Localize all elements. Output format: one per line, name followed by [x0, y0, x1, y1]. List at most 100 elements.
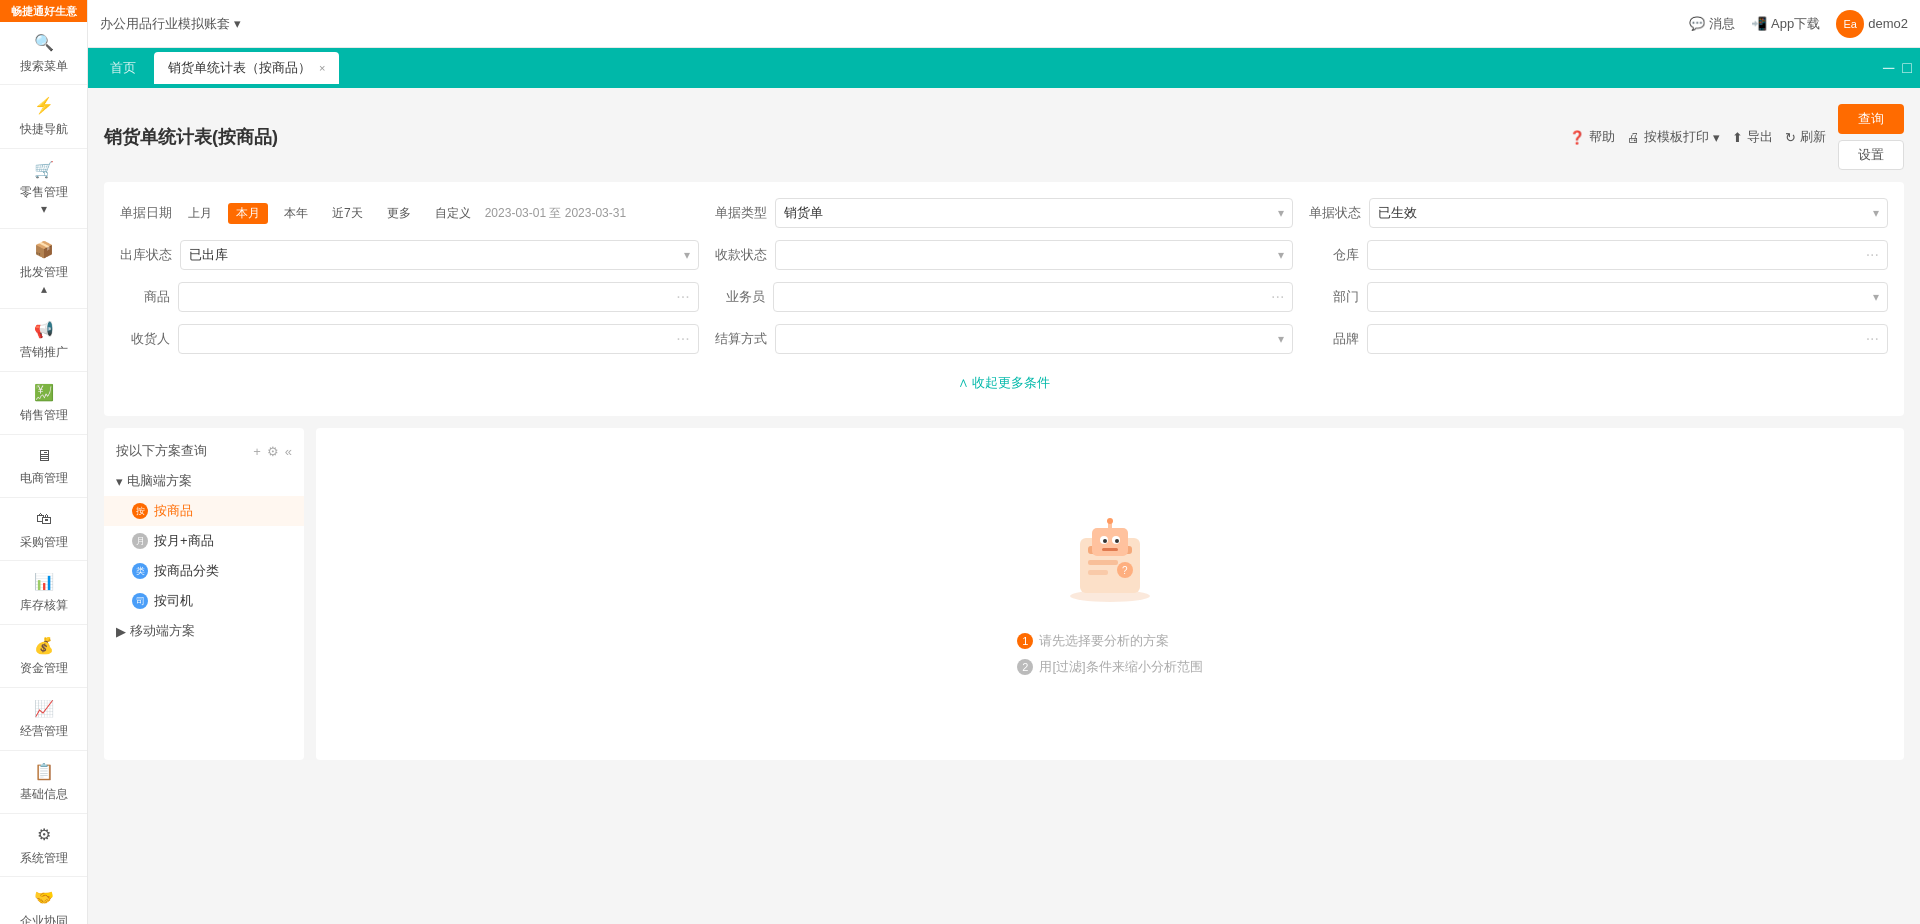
sidebar-item-wholesale[interactable]: 📦 批发管理 ▴: [0, 229, 87, 309]
svg-text:?: ?: [1122, 565, 1128, 576]
print-arrow-icon: ▾: [1713, 130, 1720, 145]
sidebar-item-system[interactable]: ⚙ 系统管理: [0, 814, 87, 877]
sidebar-item-basic[interactable]: 📋 基础信息: [0, 751, 87, 814]
date-range-display: 2023-03-01 至 2023-03-31: [485, 205, 626, 222]
setting-button[interactable]: 设置: [1838, 140, 1904, 170]
sidebar-item-purchase[interactable]: 🛍 采购管理: [0, 498, 87, 561]
goods-value[interactable]: ···: [178, 282, 699, 312]
filter-row-1: 单据日期 上月 本月 本年 近7天 更多 自定义 2023-03-01 至 20…: [120, 198, 1888, 228]
filter-panel: 单据日期 上月 本月 本年 近7天 更多 自定义 2023-03-01 至 20…: [104, 182, 1904, 416]
mobile-scheme-label: 移动端方案: [130, 622, 195, 640]
settings-scheme-icon[interactable]: ⚙: [267, 444, 279, 459]
tab-maximize-btn[interactable]: □: [1902, 59, 1912, 77]
svg-rect-3: [1088, 560, 1118, 565]
help-icon: ❓: [1569, 130, 1585, 145]
sidebar-item-search[interactable]: 🔍 搜索菜单: [0, 22, 87, 85]
filter-payment: 结算方式 ▾: [715, 324, 1294, 354]
search-icon: 🔍: [34, 32, 54, 54]
refresh-btn[interactable]: ↻ 刷新: [1785, 128, 1826, 146]
app-download-btn[interactable]: 📲 App下载: [1751, 15, 1820, 33]
download-icon: 📲: [1751, 16, 1767, 31]
collapse-scheme-icon[interactable]: «: [285, 444, 292, 459]
user-profile[interactable]: Ea demo2: [1836, 10, 1908, 38]
tab-sales-stats[interactable]: 销货单统计表（按商品） ×: [154, 52, 339, 84]
tab-bar: 首页 销货单统计表（按商品） × ─ □: [88, 48, 1920, 88]
date-custom[interactable]: 自定义: [427, 203, 479, 224]
filter-receiver: 收货人 ···: [120, 324, 699, 354]
svg-point-14: [1107, 518, 1113, 524]
date-this-year[interactable]: 本年: [276, 203, 316, 224]
sidebar-item-sales[interactable]: 💹 销售管理: [0, 372, 87, 435]
salesperson-value[interactable]: ···: [773, 282, 1294, 312]
system-icon: ⚙: [37, 824, 51, 846]
scheme-goods-icon: 按: [132, 503, 148, 519]
top-bar: 办公用品行业模拟账套 ▾ 💬 消息 📲 App下载 Ea demo2: [88, 0, 1920, 48]
query-button[interactable]: 查询: [1838, 104, 1904, 134]
warehouse-value[interactable]: ···: [1367, 240, 1888, 270]
export-icon: ⬆: [1732, 130, 1743, 145]
sidebar-item-operation[interactable]: 📈 经营管理: [0, 688, 87, 751]
filter-date: 单据日期 上月 本月 本年 近7天 更多 自定义 2023-03-01 至 20…: [120, 203, 699, 224]
tip-item-1: 1 请先选择要分析的方案: [1017, 628, 1202, 654]
message-btn[interactable]: 💬 消息: [1689, 15, 1735, 33]
sidebar-item-inventory[interactable]: 📊 库存核算: [0, 561, 87, 624]
warehouse-dots-icon: ···: [1866, 246, 1879, 264]
doc-status-label: 单据状态: [1309, 204, 1361, 222]
template-print-btn[interactable]: 🖨 按模板打印 ▾: [1627, 128, 1720, 146]
sidebar-item-marketing[interactable]: 📢 营销推广: [0, 309, 87, 372]
receipt-status-label: 收款状态: [715, 246, 767, 264]
tab-close-icon[interactable]: ×: [319, 62, 325, 74]
dept-value[interactable]: ▾: [1367, 282, 1888, 312]
pc-scheme-arrow-icon: ▾: [116, 474, 123, 489]
help-btn[interactable]: ❓ 帮助: [1569, 128, 1615, 146]
dept-chevron-icon: ▾: [1873, 290, 1879, 304]
out-status-chevron-icon: ▾: [684, 248, 690, 262]
export-btn[interactable]: ⬆ 导出: [1732, 128, 1773, 146]
date-quick-selectors: 上月 本月 本年 近7天 更多 自定义: [180, 203, 479, 224]
receiver-value[interactable]: ···: [178, 324, 699, 354]
sidebar-item-ecommerce[interactable]: 🖥 电商管理: [0, 435, 87, 498]
date-more[interactable]: 更多: [379, 203, 419, 224]
app-logo: 畅捷通好生意: [0, 0, 87, 22]
add-scheme-icon[interactable]: +: [253, 444, 261, 459]
scheme-by-cashier[interactable]: 司 按司机: [104, 586, 304, 616]
collapse-filters-btn[interactable]: ∧ 收起更多条件: [120, 366, 1888, 400]
brand-value[interactable]: ···: [1367, 324, 1888, 354]
payment-value[interactable]: ▾: [775, 324, 1294, 354]
sidebar-item-finance[interactable]: 💰 资金管理: [0, 625, 87, 688]
pc-scheme-label: 电脑端方案: [127, 472, 192, 490]
sidebar-item-enterprise[interactable]: 🤝 企业协同: [0, 877, 87, 924]
scheme-by-goods-category[interactable]: 类 按商品分类: [104, 556, 304, 586]
receiver-dots-icon: ···: [676, 330, 689, 348]
tab-minimize-btn[interactable]: ─: [1883, 59, 1894, 77]
ecommerce-icon: 🖥: [36, 445, 52, 467]
doc-status-value[interactable]: 已生效 ▾: [1369, 198, 1888, 228]
page-actions: ❓ 帮助 🖨 按模板打印 ▾ ⬆ 导出 ↻ 刷新: [1569, 128, 1826, 146]
sidebar-item-retail[interactable]: 🛒 零售管理 ▾: [0, 149, 87, 229]
payment-chevron-icon: ▾: [1278, 332, 1284, 346]
out-status-value[interactable]: 已出库 ▾: [180, 240, 699, 270]
industry-selector[interactable]: 办公用品行业模拟账套 ▾: [100, 15, 241, 33]
sidebar: 畅捷通好生意 🔍 搜索菜单 ⚡ 快捷导航 🛒 零售管理 ▾ 📦 批发管理 ▴ 📢…: [0, 0, 88, 924]
scheme-by-goods[interactable]: 按 按商品: [104, 496, 304, 526]
scheme-by-month-goods[interactable]: 月 按月+商品: [104, 526, 304, 556]
sidebar-item-quicknav[interactable]: ⚡ 快捷导航: [0, 85, 87, 148]
brand-dots-icon: ···: [1866, 330, 1879, 348]
receipt-status-value[interactable]: ▾: [775, 240, 1294, 270]
scheme-month-goods-icon: 月: [132, 533, 148, 549]
doc-type-value[interactable]: 销货单 ▾: [775, 198, 1294, 228]
date-last-7[interactable]: 近7天: [324, 203, 371, 224]
tab-home[interactable]: 首页: [96, 52, 150, 84]
tip-num-1: 1: [1017, 633, 1033, 649]
left-panel: 按以下方案查询 + ⚙ « ▾ 电脑端方案 按 按商品: [104, 428, 304, 760]
date-last-month[interactable]: 上月: [180, 203, 220, 224]
receiver-label: 收货人: [120, 330, 170, 348]
salesperson-label: 业务员: [715, 288, 765, 306]
filter-out-status: 出库状态 已出库 ▾: [120, 240, 699, 270]
quicknav-icon: ⚡: [34, 95, 54, 117]
operation-icon: 📈: [34, 698, 54, 720]
filter-receipt-status: 收款状态 ▾: [715, 240, 1294, 270]
tip-text-2: 用[过滤]条件来缩小分析范围: [1039, 654, 1202, 680]
svg-rect-7: [1092, 528, 1128, 556]
date-this-month[interactable]: 本月: [228, 203, 268, 224]
